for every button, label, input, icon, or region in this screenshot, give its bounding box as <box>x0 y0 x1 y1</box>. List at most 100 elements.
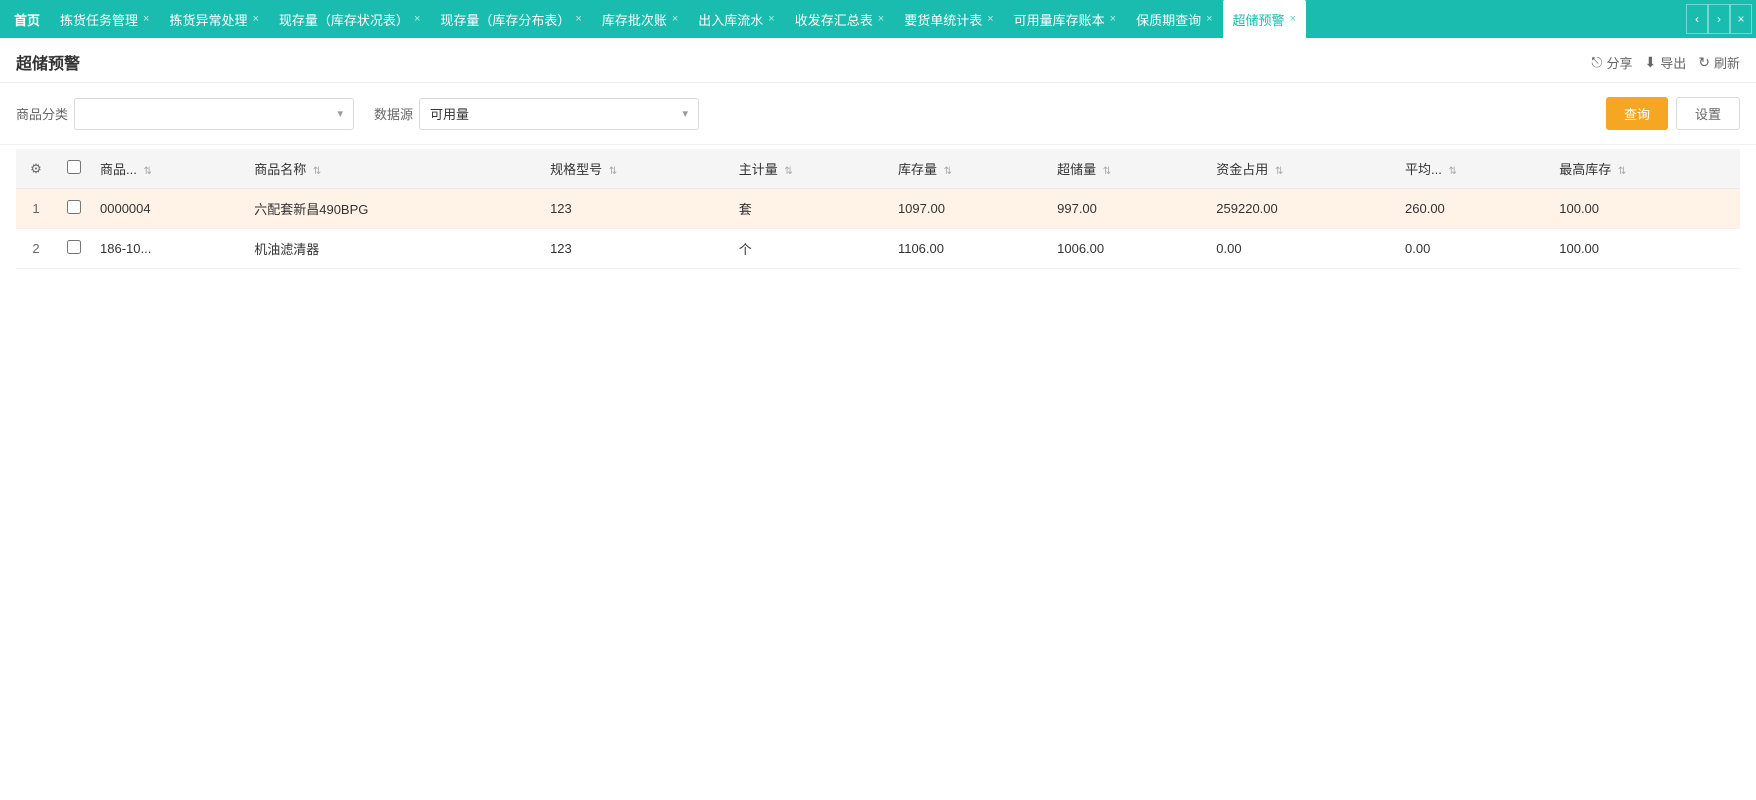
nav-inout-flow[interactable]: 出入库流水 × <box>688 0 784 38</box>
settings-button[interactable]: 设置 <box>1676 97 1740 130</box>
row-product-code: 0000004 <box>92 189 246 229</box>
nav-task-mgmt[interactable]: 拣货任务管理 × <box>50 0 159 38</box>
nav-arrows: ‹ › × <box>1686 4 1752 34</box>
nav-order-stats[interactable]: 要货单统计表 × <box>894 0 1003 38</box>
th-product-code-label: 商品... <box>100 162 137 177</box>
nav-inventory-status-label: 现存量（库存状况表） <box>279 10 409 29</box>
th-product-name-sort: ⇅ <box>313 166 321 177</box>
nav-home[interactable]: 首页 <box>4 0 50 38</box>
th-gear: ⚙ <box>16 149 56 189</box>
nav-inventory-dist-label: 现存量（库存分布表） <box>440 10 570 29</box>
table-row: 1 0000004 六配套新昌490BPG 123 套 1097.00 997.… <box>16 189 1740 229</box>
nav-shelf-life-label: 保质期查询 <box>1136 10 1201 29</box>
th-stock-sort: ⇅ <box>944 166 952 177</box>
th-unit[interactable]: 主计量 ⇅ <box>731 149 890 189</box>
row-spec: 123 <box>542 229 731 269</box>
nav-shelf-life-close[interactable]: × <box>1206 13 1212 25</box>
row-num: 1 <box>16 189 56 229</box>
nav-home-label: 首页 <box>14 10 40 29</box>
th-stock[interactable]: 库存量 ⇅ <box>890 149 1049 189</box>
nav-task-mgmt-label: 拣货任务管理 <box>60 10 138 29</box>
nav-summary-close[interactable]: × <box>878 13 884 25</box>
row-max-stock: 100.00 <box>1551 189 1740 229</box>
nav-arrow-close[interactable]: × <box>1730 4 1752 34</box>
table-body: 1 0000004 六配套新昌490BPG 123 套 1097.00 997.… <box>16 189 1740 269</box>
row-checkbox[interactable] <box>67 240 81 254</box>
th-max-stock-sort: ⇅ <box>1618 166 1626 177</box>
nav-exception[interactable]: 拣货异常处理 × <box>159 0 268 38</box>
th-spec[interactable]: 规格型号 ⇅ <box>542 149 731 189</box>
share-icon: ⎋ <box>1591 54 1602 71</box>
nav-arrow-right[interactable]: › <box>1708 4 1730 34</box>
th-spec-label: 规格型号 <box>550 162 602 177</box>
nav-inventory-status[interactable]: 现存量（库存状况表） × <box>269 0 430 38</box>
row-product-name: 六配套新昌490BPG <box>246 189 542 229</box>
th-overstock-label: 超储量 <box>1057 162 1096 177</box>
nav-available-book-close[interactable]: × <box>1110 13 1116 25</box>
datasource-select-arrow: ▾ <box>683 107 689 120</box>
th-avg-label: 平均... <box>1405 162 1442 177</box>
share-button[interactable]: ⎋ 分享 <box>1591 53 1632 72</box>
page-area: 超储预警 ⎋ 分享 ⬇ 导出 ↻ 刷新 商品分类 ▾ 数据源 <box>0 38 1756 800</box>
th-overstock[interactable]: 超储量 ⇅ <box>1049 149 1208 189</box>
refresh-label: 刷新 <box>1714 53 1740 72</box>
th-checkbox <box>56 149 92 189</box>
export-button[interactable]: ⬇ 导出 <box>1645 53 1687 72</box>
nav-batch-account[interactable]: 库存批次账 × <box>592 0 688 38</box>
nav-overstock-warning-close[interactable]: × <box>1290 13 1296 25</box>
th-stock-label: 库存量 <box>898 162 937 177</box>
refresh-icon: ↻ <box>1698 54 1710 71</box>
row-checkbox-cell <box>56 229 92 269</box>
refresh-button[interactable]: ↻ 刷新 <box>1698 53 1740 72</box>
nav-inventory-dist[interactable]: 现存量（库存分布表） × <box>430 0 591 38</box>
filter-area: 商品分类 ▾ 数据源 可用量 ▾ 查询 设置 <box>0 83 1756 145</box>
th-product-code[interactable]: 商品... ⇅ <box>92 149 246 189</box>
nav-task-mgmt-close[interactable]: × <box>143 13 149 25</box>
category-select[interactable]: ▾ <box>74 98 354 130</box>
row-product-code: 186-10... <box>92 229 246 269</box>
row-avg: 260.00 <box>1397 189 1551 229</box>
nav-inventory-dist-close[interactable]: × <box>575 13 581 25</box>
row-unit: 套 <box>731 189 890 229</box>
nav-exception-close[interactable]: × <box>252 13 258 25</box>
nav-inventory-status-close[interactable]: × <box>414 13 420 25</box>
nav-batch-account-label: 库存批次账 <box>602 10 667 29</box>
nav-shelf-life[interactable]: 保质期查询 × <box>1126 0 1222 38</box>
th-capital[interactable]: 资金占用 ⇅ <box>1208 149 1397 189</box>
table-container: ⚙ 商品... ⇅ 商品名称 ⇅ 规格型号 ⇅ <box>0 149 1756 269</box>
nav-inout-flow-label: 出入库流水 <box>698 10 763 29</box>
datasource-filter-group: 数据源 可用量 ▾ <box>374 98 699 130</box>
category-label: 商品分类 <box>16 104 68 123</box>
th-max-stock[interactable]: 最高库存 ⇅ <box>1551 149 1740 189</box>
nav-inout-flow-close[interactable]: × <box>768 13 774 25</box>
nav-available-book-label: 可用量库存账本 <box>1014 10 1105 29</box>
row-checkbox[interactable] <box>67 200 81 214</box>
nav-overstock-warning[interactable]: 超储预警 × <box>1223 0 1306 38</box>
nav-available-book[interactable]: 可用量库存账本 × <box>1004 0 1126 38</box>
th-avg[interactable]: 平均... ⇅ <box>1397 149 1551 189</box>
row-checkbox-cell <box>56 189 92 229</box>
th-unit-label: 主计量 <box>739 162 778 177</box>
datasource-select-value: 可用量 <box>430 104 469 123</box>
row-product-name: 机油滤清器 <box>246 229 542 269</box>
th-spec-sort: ⇅ <box>609 166 617 177</box>
nav-summary[interactable]: 收发存汇总表 × <box>785 0 894 38</box>
datasource-select[interactable]: 可用量 ▾ <box>419 98 699 130</box>
row-num: 2 <box>16 229 56 269</box>
nav-overstock-warning-label: 超储预警 <box>1233 10 1285 29</box>
th-product-code-sort: ⇅ <box>143 166 151 177</box>
nav-order-stats-close[interactable]: × <box>987 13 993 25</box>
th-unit-sort: ⇅ <box>784 166 792 177</box>
row-capital: 0.00 <box>1208 229 1397 269</box>
nav-arrow-left[interactable]: ‹ <box>1686 4 1708 34</box>
category-filter-group: 商品分类 ▾ <box>16 98 354 130</box>
query-button[interactable]: 查询 <box>1606 97 1668 130</box>
nav-batch-account-close[interactable]: × <box>672 13 678 25</box>
header-actions: ⎋ 分享 ⬇ 导出 ↻ 刷新 <box>1591 53 1740 72</box>
select-all-checkbox[interactable] <box>67 160 81 174</box>
category-select-arrow: ▾ <box>337 107 343 120</box>
th-capital-label: 资金占用 <box>1216 162 1268 177</box>
row-overstock: 1006.00 <box>1049 229 1208 269</box>
gear-icon[interactable]: ⚙ <box>30 161 42 176</box>
th-product-name[interactable]: 商品名称 ⇅ <box>246 149 542 189</box>
